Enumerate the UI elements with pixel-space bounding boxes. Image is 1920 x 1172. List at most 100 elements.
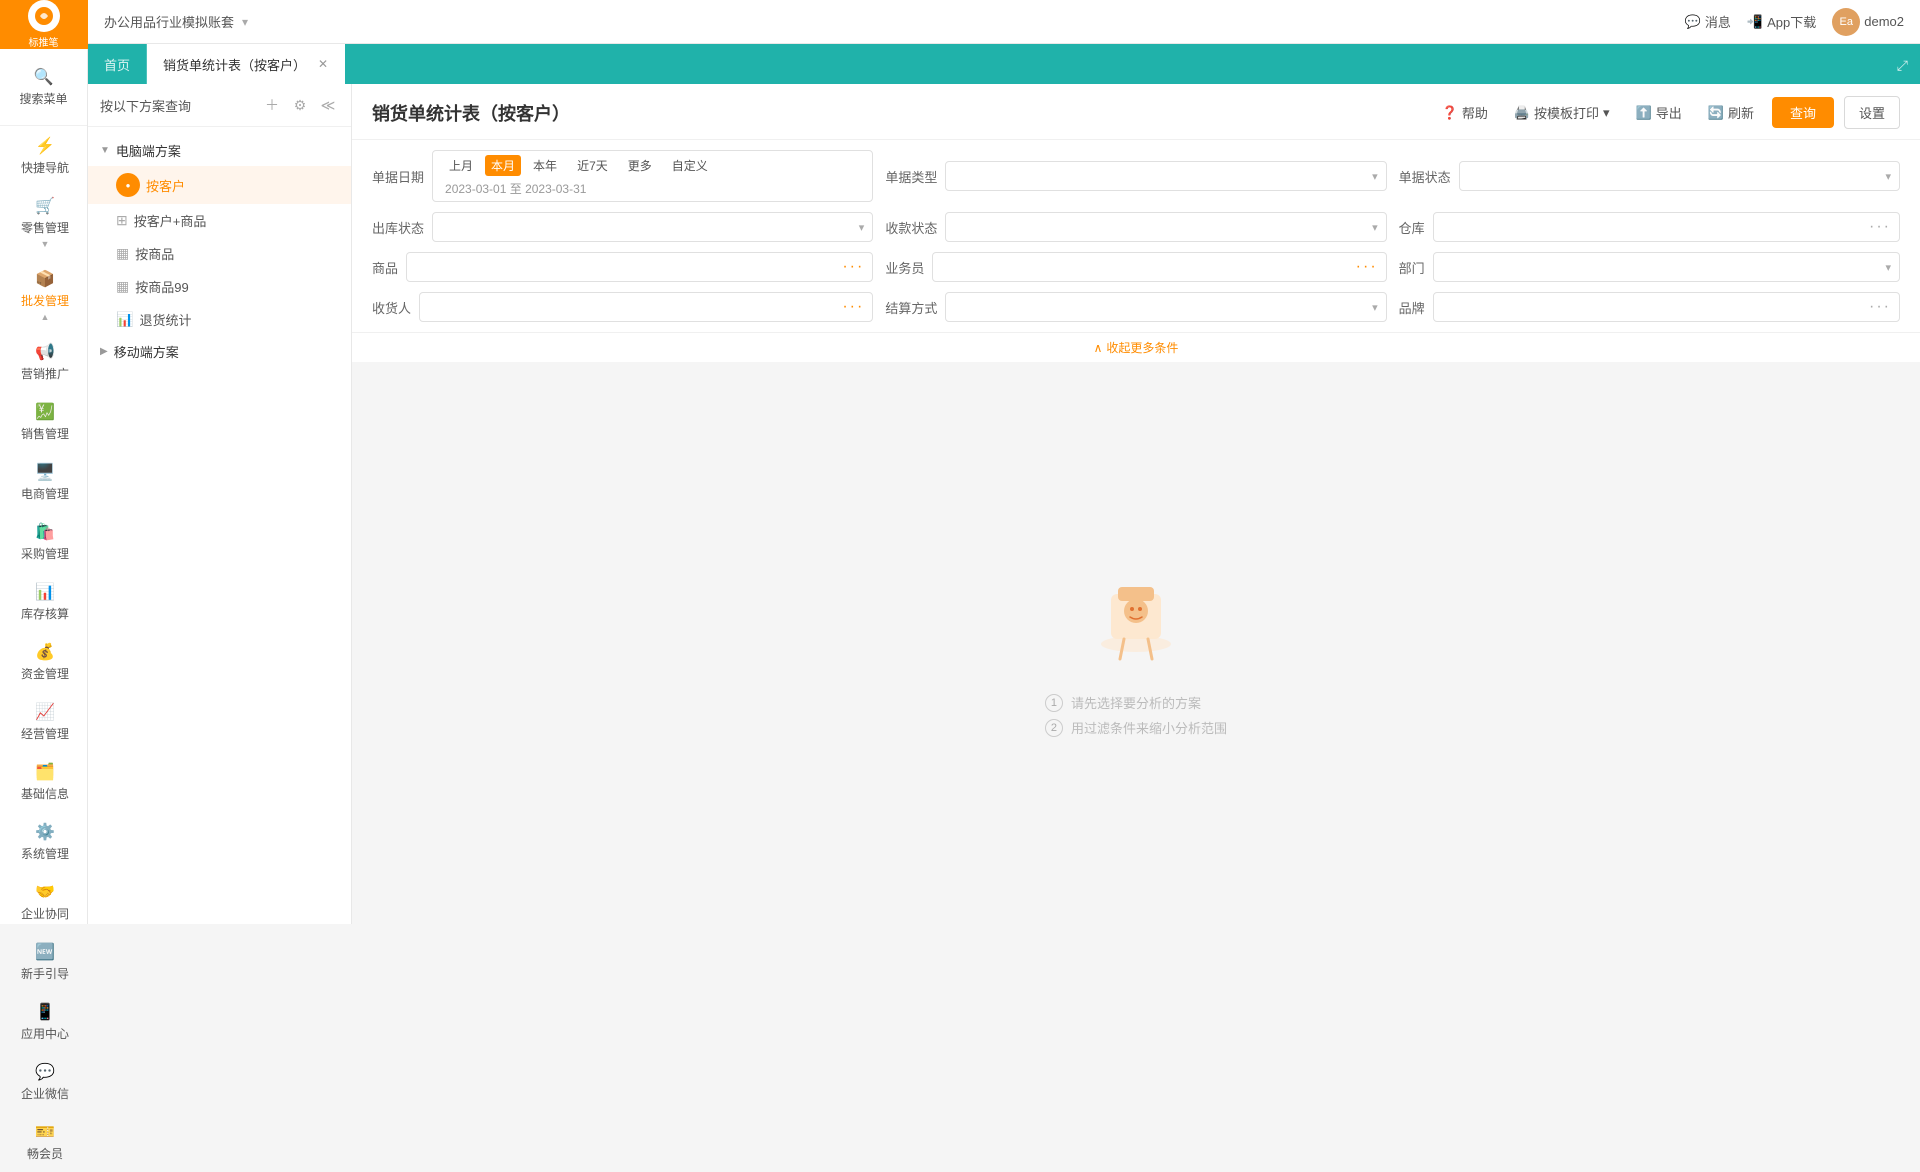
help-label: 帮助 — [1462, 103, 1488, 122]
sidebar-item-sales[interactable]: 💹 销售管理 — [0, 392, 87, 452]
tree-item-return-stats[interactable]: 📊 退货统计 — [88, 303, 351, 336]
tree-item-by-goods-99[interactable]: ▦ 按商品99 — [88, 270, 351, 303]
sidebar-item-guide[interactable]: 🆕 新手引导 — [0, 932, 87, 992]
user-profile[interactable]: Ea demo2 — [1832, 8, 1904, 36]
settlement-label: 结算方式 — [885, 298, 937, 317]
tree-item-by-customer-goods[interactable]: ⊞ 按客户+商品 — [88, 204, 351, 237]
date-btn-custom[interactable]: 自定义 — [664, 155, 716, 176]
filter-cell-status: 单据状态 ▾ — [1399, 150, 1900, 202]
tree-group-desktop-header[interactable]: ▼ 电脑端方案 — [88, 135, 351, 166]
messages-label: 消息 — [1705, 12, 1731, 31]
filter-cell-salesman: 业务员 ··· — [885, 252, 1386, 282]
tree-item-by-goods[interactable]: ▦ 按商品 — [88, 237, 351, 270]
brand-label: 品牌 — [1399, 298, 1425, 317]
refresh-button[interactable]: 🔄 刷新 — [1700, 99, 1762, 126]
collapse-bar[interactable]: ∧ 收起更多条件 — [352, 332, 1920, 362]
query-button[interactable]: 查询 — [1772, 97, 1834, 128]
collapse-scheme-button[interactable]: ≪ — [317, 94, 339, 116]
sidebar-item-app-center[interactable]: 📱 应用中心 — [0, 992, 87, 1052]
sidebar-item-finance[interactable]: 💰 资金管理 — [0, 632, 87, 692]
sidebar-item-purchase[interactable]: 🛍️ 采购管理 — [0, 512, 87, 572]
date-range-text: 2023-03-01 至 2023-03-31 — [445, 180, 586, 197]
export-button[interactable]: ⬆️ 导出 — [1628, 99, 1690, 126]
print-icon: 🖨️ — [1514, 105, 1530, 121]
date-btn-last-month[interactable]: 上月 — [441, 155, 481, 176]
tree-item-label: 退货统计 — [139, 310, 191, 329]
sidebar-item-search-menu[interactable]: 🔍 搜索菜单 — [0, 57, 87, 117]
sidebar-item-member[interactable]: 🎫 畅会员 — [0, 1112, 87, 1172]
filter-row-4: 收货人 ··· 结算方式 ▾ 品牌 — [352, 292, 1920, 332]
tab-expand-button[interactable]: ⤢ — [1885, 54, 1920, 75]
tree-item-by-customer[interactable]: ● 按客户 — [88, 166, 351, 204]
date-filter-control[interactable]: 上月 本月 本年 近7天 更多 自定义 2023-03-01 至 2023-03… — [432, 150, 873, 202]
guide-icon: 🆕 — [35, 942, 55, 962]
filter-cell-receiver: 收货人 ··· — [372, 292, 873, 322]
sidebar-item-ecommerce[interactable]: 🖥️ 电商管理 — [0, 452, 87, 512]
brand-control[interactable]: ··· — [1433, 292, 1900, 322]
sidebar-item-label: 搜索菜单 — [19, 90, 67, 107]
salesman-label: 业务员 — [885, 258, 924, 277]
scheme-tree: ▼ 电脑端方案 ● 按客户 ⊞ 按客户+商品 ▦ — [88, 127, 351, 924]
filter-cell-goods: 商品 ··· — [372, 252, 873, 282]
finance-icon: 💰 — [35, 642, 55, 662]
sidebar-item-operations[interactable]: 📈 经营管理 — [0, 692, 87, 752]
sidebar-item-inventory[interactable]: 📊 库存核算 — [0, 572, 87, 632]
tab-sales-stats[interactable]: 销货单统计表（按客户） ✕ — [147, 44, 345, 84]
warehouse-control[interactable]: ··· — [1433, 212, 1900, 242]
out-status-control[interactable]: ▾ — [432, 212, 873, 242]
goods-control[interactable]: ··· — [406, 252, 873, 282]
sidebar-item-label: 畅会员 — [27, 1145, 63, 1162]
add-scheme-button[interactable]: ＋ — [261, 94, 283, 116]
header-left: 办公用品行业模拟账套 ▾ — [104, 12, 248, 31]
payment-control[interactable]: ▾ — [945, 212, 1386, 242]
sidebar-item-wholesale[interactable]: 📦 批发管理 ▲ — [0, 259, 87, 332]
page-header: 销货单统计表（按客户） ❓ 帮助 🖨️ 按模板打印 ▾ ⬆️ 导出 — [352, 84, 1920, 140]
header-dropdown-icon[interactable]: ▾ — [242, 15, 248, 29]
receiver-control[interactable]: ··· — [419, 292, 873, 322]
goods-label: 商品 — [372, 258, 398, 277]
date-btn-7days[interactable]: 近7天 — [569, 155, 616, 176]
header-right: 💬 消息 📲 App下载 Ea demo2 — [1685, 8, 1904, 36]
download-label: App下载 — [1767, 12, 1816, 31]
help-button[interactable]: ❓ 帮助 — [1434, 99, 1496, 126]
tab-close-button[interactable]: ✕ — [318, 57, 328, 71]
scheme-header: 按以下方案查询 ＋ ⚙ ≪ — [88, 84, 351, 127]
sidebar-item-label: 企业微信 — [21, 1085, 69, 1102]
help-icon: ❓ — [1442, 105, 1458, 121]
messages-button[interactable]: 💬 消息 — [1685, 12, 1731, 31]
sidebar-item-marketing[interactable]: 📢 营销推广 — [0, 332, 87, 392]
sidebar-item-label: 销售管理 — [21, 425, 69, 442]
sidebar-item-retail[interactable]: 🛒 零售管理 ▼ — [0, 186, 87, 259]
settings-button[interactable]: 设置 — [1844, 96, 1900, 129]
tree-item-icon: 📊 — [116, 311, 133, 328]
status-filter-label: 单据状态 — [1399, 167, 1451, 186]
salesman-control[interactable]: ··· — [932, 252, 1386, 282]
tree-group-mobile-header[interactable]: ▶ 移动端方案 — [88, 336, 351, 367]
date-btn-more[interactable]: 更多 — [620, 155, 660, 176]
department-control[interactable]: ▾ — [1433, 252, 1900, 282]
content-area: 按以下方案查询 ＋ ⚙ ≪ ▼ 电脑端方案 ● — [88, 84, 1920, 924]
print-dropdown-icon[interactable]: ▾ — [1603, 105, 1610, 121]
date-btn-this-month[interactable]: 本月 — [485, 155, 521, 176]
quick-nav-icon: ⚡ — [35, 136, 55, 156]
sidebar-item-quick-nav[interactable]: ⚡ 快捷导航 — [0, 126, 87, 186]
sidebar-item-basic[interactable]: 🗂️ 基础信息 — [0, 752, 87, 812]
status-filter-control[interactable]: ▾ — [1459, 161, 1900, 191]
settlement-control[interactable]: ▾ — [945, 292, 1386, 322]
retail-icon: 🛒 — [35, 196, 55, 216]
tab-home[interactable]: 首页 — [88, 44, 147, 84]
sidebar-item-enterprise[interactable]: 🤝 企业协同 — [0, 872, 87, 932]
sidebar-item-system[interactable]: ⚙️ 系统管理 — [0, 812, 87, 872]
type-dropdown-icon: ▾ — [1372, 170, 1378, 183]
download-button[interactable]: 📲 App下载 — [1747, 12, 1816, 31]
tab-home-label: 首页 — [104, 55, 130, 74]
type-filter-control[interactable]: ▾ — [945, 161, 1386, 191]
tree-item-label: 按商品99 — [135, 277, 188, 296]
empty-illustration — [1076, 549, 1196, 669]
tree-item-icon: ▦ — [116, 245, 129, 262]
settings-scheme-button[interactable]: ⚙ — [289, 94, 311, 116]
sidebar-item-wechat[interactable]: 💬 企业微信 — [0, 1052, 87, 1112]
receiver-dots: ··· — [842, 298, 864, 316]
template-print-button[interactable]: 🖨️ 按模板打印 ▾ — [1506, 99, 1618, 126]
date-btn-this-year[interactable]: 本年 — [525, 155, 565, 176]
